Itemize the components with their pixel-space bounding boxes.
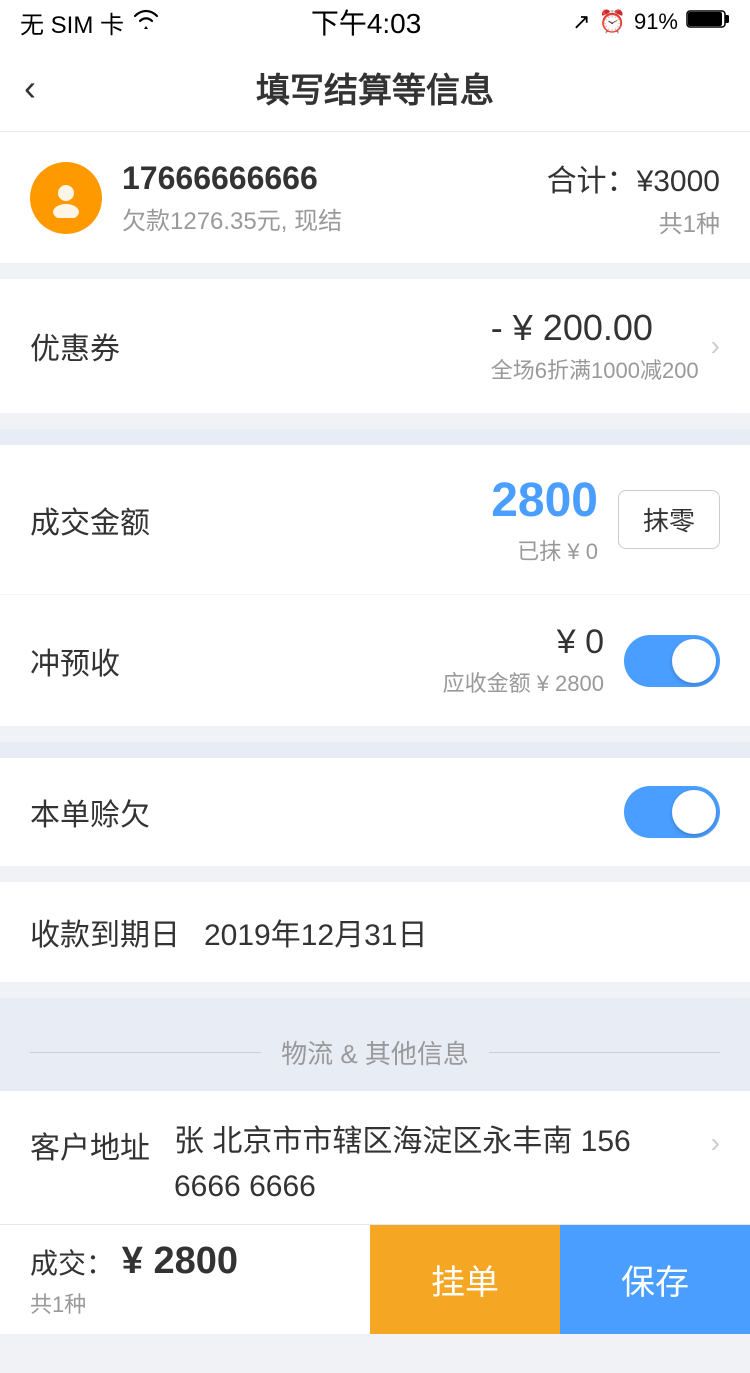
round-btn[interactable]: 抹零 bbox=[618, 490, 720, 549]
bottom-amount: ¥ 2800 bbox=[122, 1240, 238, 1282]
duedate-label: 收款到期日 bbox=[30, 910, 180, 954]
coupon-row[interactable]: 优惠券 - ¥ 200.00 全场6折满1000减200 › bbox=[0, 279, 750, 413]
bottom-deal-line: 成交： ¥ 2800 bbox=[30, 1240, 340, 1283]
bottom-deal-label: 成交： bbox=[30, 1248, 114, 1279]
deal-value-wrap: 2800 已抹 ¥ 0 bbox=[491, 473, 598, 566]
customer-debt: 欠款1276.35元, 现结 bbox=[122, 201, 342, 236]
precollect-row: 冲预收 ¥ 0 应收金额 ¥ 2800 bbox=[0, 595, 750, 726]
address-label: 客户地址 bbox=[30, 1123, 150, 1167]
bottom-summary: 成交： ¥ 2800 共1种 bbox=[0, 1225, 370, 1334]
precollect-label: 冲预收 bbox=[30, 639, 120, 683]
total-count: 共1种 bbox=[547, 204, 720, 239]
precollect-sub: 应收金额 ¥ 2800 bbox=[443, 666, 604, 698]
divider-text: 物流 & 其他信息 bbox=[281, 1034, 469, 1071]
page-title: 填写结算等信息 bbox=[256, 63, 494, 112]
duedate-value: 2019年12月31日 bbox=[204, 910, 427, 954]
save-button[interactable]: 保存 bbox=[560, 1225, 750, 1334]
address-chevron-icon: › bbox=[711, 1127, 720, 1159]
hold-button[interactable]: 挂单 bbox=[370, 1225, 560, 1334]
deal-right: 2800 已抹 ¥ 0 抹零 bbox=[491, 473, 720, 566]
coupon-label: 优惠券 bbox=[30, 324, 120, 368]
wifi-icon bbox=[132, 8, 160, 37]
divider-line-right bbox=[489, 1052, 720, 1053]
bottom-count: 共1种 bbox=[30, 1287, 340, 1319]
location-icon: ↗ bbox=[572, 9, 590, 35]
duedate-row: 收款到期日 2019年12月31日 bbox=[0, 882, 750, 982]
battery-icon bbox=[686, 8, 730, 36]
chevron-right-icon: › bbox=[711, 330, 720, 362]
avatar bbox=[30, 162, 102, 234]
nav-bar: ‹ 填写结算等信息 bbox=[0, 44, 750, 132]
precollect-value: ¥ 0 bbox=[443, 623, 604, 662]
deal-value: 2800 bbox=[491, 473, 598, 528]
debt-row: 本单赊欠 bbox=[0, 758, 750, 866]
deal-amount-row: 成交金额 2800 已抹 ¥ 0 抹零 bbox=[0, 445, 750, 595]
precollect-toggle[interactable] bbox=[624, 635, 720, 687]
sim-status: 无 SIM 卡 bbox=[20, 5, 124, 40]
customer-row: 17666666666 欠款1276.35元, 现结 合计：¥3000 共1种 bbox=[0, 132, 750, 263]
precollect-value-wrap: ¥ 0 应收金额 ¥ 2800 bbox=[443, 623, 604, 698]
precollect-right: ¥ 0 应收金额 ¥ 2800 bbox=[443, 623, 720, 698]
coupon-desc: 全场6折满1000减200 bbox=[491, 353, 699, 385]
section-divider: 物流 & 其他信息 bbox=[0, 1014, 750, 1091]
debt-toggle[interactable] bbox=[624, 786, 720, 838]
customer-info: 17666666666 欠款1276.35元, 现结 bbox=[122, 160, 342, 236]
total-amount: 合计：¥3000 bbox=[547, 156, 720, 200]
divider-line-left bbox=[30, 1052, 261, 1053]
battery-text: 91% bbox=[634, 9, 678, 35]
status-right: ↗ ⏰ 91% bbox=[572, 8, 730, 36]
customer-left: 17666666666 欠款1276.35元, 现结 bbox=[30, 160, 342, 236]
gray-divider-2 bbox=[0, 742, 750, 758]
status-left: 无 SIM 卡 bbox=[20, 5, 160, 40]
status-time: 下午4:03 bbox=[311, 2, 422, 42]
customer-phone: 17666666666 bbox=[122, 160, 342, 197]
coupon-right: - ¥ 200.00 全场6折满1000减200 › bbox=[491, 307, 720, 385]
gray-divider-3 bbox=[0, 998, 750, 1014]
deal-sub: 已抹 ¥ 0 bbox=[491, 534, 598, 566]
deal-label: 成交金额 bbox=[30, 498, 150, 542]
alarm-icon: ⏰ bbox=[599, 9, 626, 35]
debt-label: 本单赊欠 bbox=[30, 790, 150, 834]
status-bar: 无 SIM 卡 下午4:03 ↗ ⏰ 91% bbox=[0, 0, 750, 44]
content: 17666666666 欠款1276.35元, 现结 合计：¥3000 共1种 … bbox=[0, 132, 750, 1373]
address-row[interactable]: 客户地址 张 北京市市辖区海淀区永丰南 156 6666 6666 › bbox=[0, 1091, 750, 1237]
back-button[interactable]: ‹ bbox=[24, 67, 36, 109]
amount-section: 成交金额 2800 已抹 ¥ 0 抹零 冲预收 ¥ 0 应收金额 ¥ 2800 bbox=[0, 445, 750, 726]
bottom-bar: 成交： ¥ 2800 共1种 挂单 保存 bbox=[0, 1224, 750, 1334]
customer-right: 合计：¥3000 共1种 bbox=[547, 156, 720, 239]
gray-divider-1 bbox=[0, 429, 750, 445]
coupon-amount: - ¥ 200.00 bbox=[491, 307, 699, 349]
coupon-info: - ¥ 200.00 全场6折满1000减200 bbox=[491, 307, 699, 385]
address-value: 张 北京市市辖区海淀区永丰南 156 6666 6666 bbox=[174, 1119, 699, 1209]
